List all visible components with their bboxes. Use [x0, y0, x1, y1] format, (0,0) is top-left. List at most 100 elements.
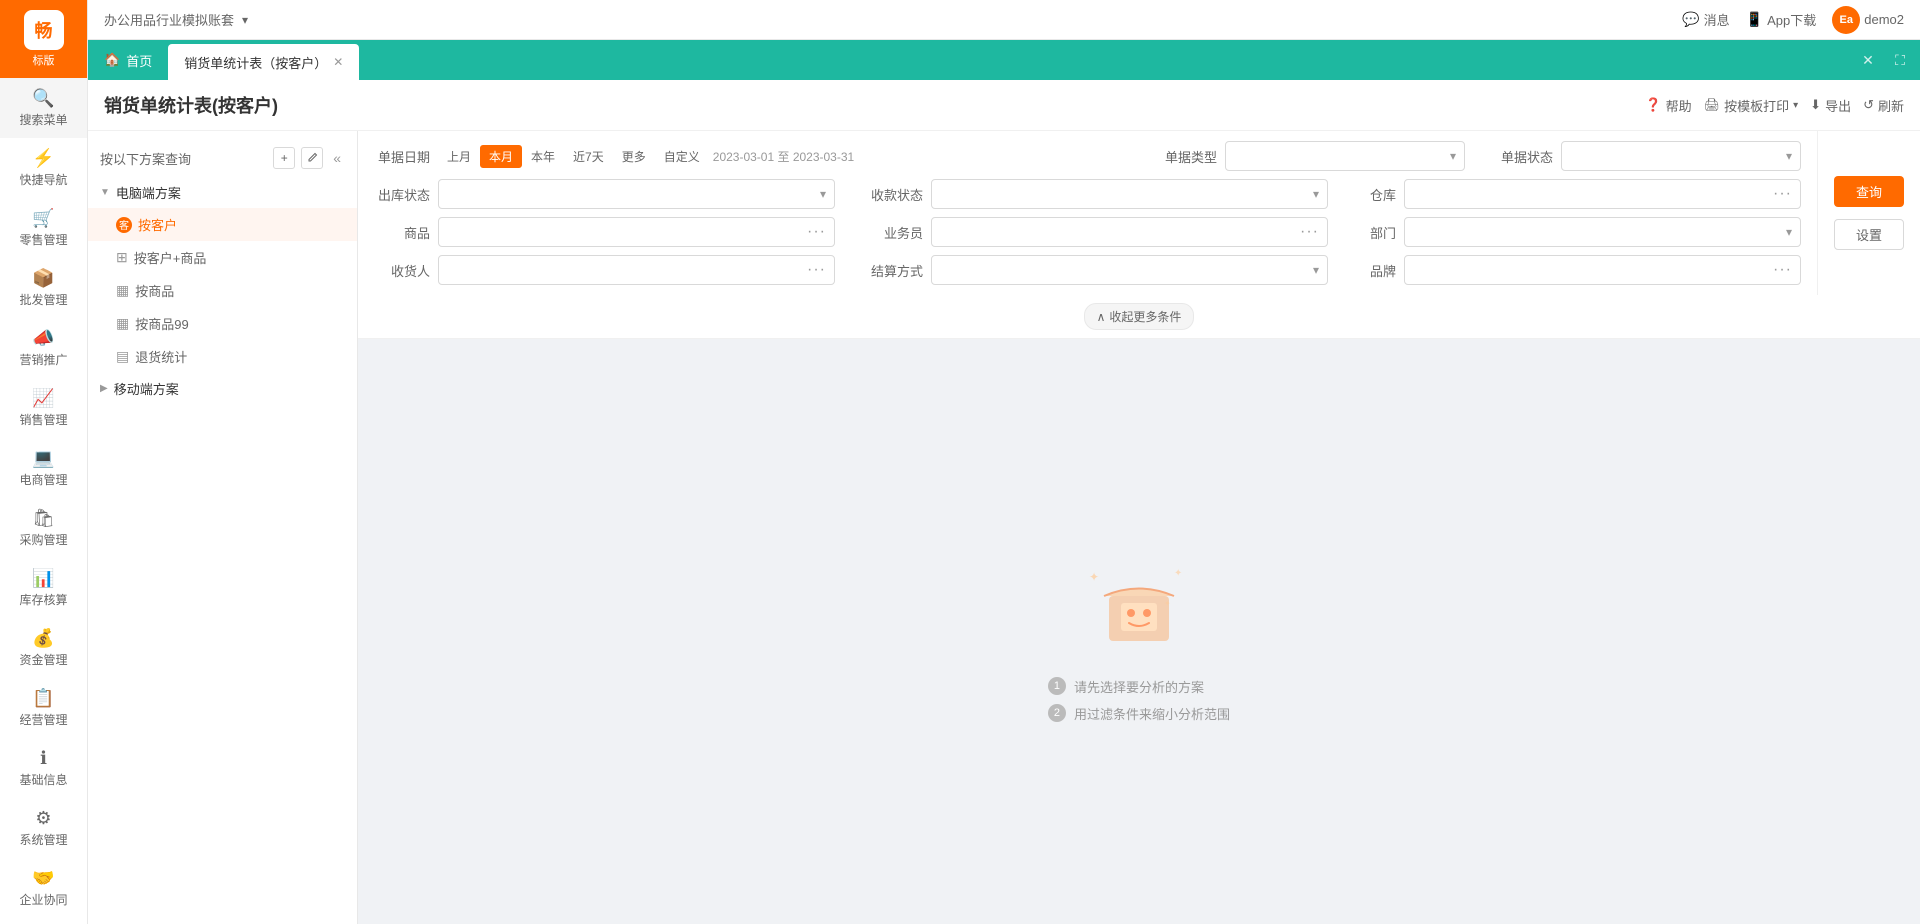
print-button[interactable]: 🖨 按模板打印 ▾: [1704, 96, 1799, 115]
svg-text:✦: ✦: [1164, 599, 1171, 608]
receiver-select[interactable]: ···: [438, 255, 835, 285]
goods-dots: ···: [807, 223, 826, 241]
date-filter: 上月 本月 本年 近7天 更多 自定义 2023-03-01 至 2023-03…: [438, 145, 1129, 168]
user-profile[interactable]: Ea demo2: [1832, 6, 1904, 34]
topbar-left: 办公用品行业模拟账套 ▾: [104, 10, 248, 29]
plan-group-desktop-header[interactable]: ▼ 电脑端方案: [88, 177, 357, 208]
sidebar-item-sales[interactable]: 📈 销售管理: [0, 378, 87, 438]
date-btn-custom[interactable]: 自定义: [655, 145, 709, 168]
shortcut-icon: ⚡: [32, 148, 54, 169]
query-button[interactable]: 查询: [1834, 176, 1904, 207]
filter-row-2: 出库状态 ▾ 收款状态 ▾ 仓库: [358, 179, 1817, 217]
sidebar-item-purchase[interactable]: 🛍 采购管理: [0, 498, 87, 558]
export-button[interactable]: ⬇ 导出: [1810, 96, 1851, 115]
sidebar: 畅 标版 🔍 搜索菜单 ⚡ 快捷导航 🛒 零售管理 📦 批发管理 📣 营销推广 …: [0, 0, 88, 924]
tab-sales-stat[interactable]: 销货单统计表（按客户） ✕: [168, 44, 359, 80]
settle-select[interactable]: ▾: [931, 255, 1328, 285]
page-header: 销货单统计表(按客户) ❓ 帮助 🖨 按模板打印 ▾ ⬇ 导出 ↺ 刷新: [88, 80, 1920, 131]
empty-illustration: ✦ ✦ ✦: [1079, 541, 1199, 661]
empty-hint-2: 2 用过滤条件来缩小分析范围: [1048, 704, 1230, 723]
settle-dropdown-icon: ▾: [1313, 263, 1319, 277]
plan-item-bar-icon: ▤: [116, 348, 129, 365]
salesman-select[interactable]: ···: [931, 217, 1328, 247]
filter-row-3: 商品 ··· 业务员 ··· 部门: [358, 217, 1817, 255]
plan-add-button[interactable]: +: [273, 147, 295, 169]
app-download-icon: 📱: [1746, 11, 1763, 28]
doc-type-select[interactable]: ▾: [1225, 141, 1465, 171]
filter-row-1: 单据日期 上月 本月 本年 近7天 更多 自定义 2023-03-01 至 20…: [358, 131, 1817, 179]
date-btn-7days[interactable]: 近7天: [564, 145, 613, 168]
doc-status-select[interactable]: ▾: [1561, 141, 1801, 171]
plan-group-mobile-arrow-icon: ▶: [100, 383, 108, 394]
date-btn-last-month[interactable]: 上月: [438, 145, 480, 168]
doc-type-dropdown-icon: ▾: [1450, 149, 1456, 163]
plan-collapse-button[interactable]: «: [329, 148, 345, 168]
plan-item-return-stat[interactable]: ▤ 退货统计: [88, 340, 357, 373]
date-btn-more[interactable]: 更多: [613, 145, 655, 168]
tab-close-icon[interactable]: ✕: [333, 55, 343, 69]
sidebar-logo[interactable]: 畅 标版: [0, 0, 87, 78]
app-download-button[interactable]: 📱 App下载: [1746, 10, 1817, 29]
sidebar-item-system[interactable]: ⚙ 系统管理: [0, 798, 87, 858]
sidebar-item-ecommerce[interactable]: 💻 电商管理: [0, 438, 87, 498]
sidebar-item-newbie[interactable]: 🎯 新手引导: [0, 918, 87, 924]
collapse-bar: ∧ 收起更多条件: [358, 295, 1920, 339]
collect-status-select[interactable]: ▾: [931, 179, 1328, 209]
tab-close-all-button[interactable]: ✕: [1856, 48, 1880, 72]
date-range: 2023-03-01 至 2023-03-31: [713, 148, 854, 165]
plan-item-by-customer-goods[interactable]: ⊞ 按客户+商品: [88, 241, 357, 274]
sidebar-item-label: 采购管理: [19, 531, 67, 548]
sidebar-item-shortcut[interactable]: ⚡ 快捷导航: [0, 138, 87, 198]
sidebar-item-finance[interactable]: 💰 资金管理: [0, 618, 87, 678]
plan-item-by-customer[interactable]: 客 按客户: [88, 208, 357, 241]
sidebar-item-search[interactable]: 🔍 搜索菜单: [0, 78, 87, 138]
sales-icon: 📈: [32, 388, 54, 409]
sidebar-item-label: 营销推广: [19, 351, 67, 368]
sidebar-item-inventory[interactable]: 📊 库存核算: [0, 558, 87, 618]
settings-button[interactable]: 设置: [1834, 219, 1904, 250]
tab-home[interactable]: 🏠 首页: [88, 40, 168, 80]
plan-group-mobile-header[interactable]: ▶ 移动端方案: [88, 373, 357, 404]
collapse-more-button[interactable]: ∧ 收起更多条件: [1084, 303, 1195, 330]
plan-edit-button[interactable]: [301, 147, 323, 169]
workspace-dropdown-icon[interactable]: ▾: [242, 13, 248, 27]
refresh-button[interactable]: ↺ 刷新: [1863, 96, 1904, 115]
topbar: 办公用品行业模拟账套 ▾ 💬 消息 📱 App下载 Ea demo2: [88, 0, 1920, 40]
sidebar-item-operations[interactable]: 📋 经营管理: [0, 678, 87, 738]
page-actions: ❓ 帮助 🖨 按模板打印 ▾ ⬇ 导出 ↺ 刷新: [1645, 96, 1904, 127]
salesman-label: 业务员: [867, 223, 923, 242]
help-button[interactable]: ❓ 帮助: [1645, 96, 1691, 115]
date-btn-this-year[interactable]: 本年: [522, 145, 564, 168]
plan-item-by-goods[interactable]: ▦ 按商品: [88, 274, 357, 307]
plan-item-by-goods-99[interactable]: ▦ 按商品99: [88, 307, 357, 340]
enterprise-icon: 🤝: [32, 868, 54, 889]
date-btn-this-month[interactable]: 本月: [480, 145, 522, 168]
message-icon: 💬: [1682, 11, 1699, 28]
filter-columns: 单据日期 上月 本月 本年 近7天 更多 自定义 2023-03-01 至 20…: [358, 131, 1817, 295]
plan-panel-title: 按以下方案查询: [100, 149, 191, 168]
goods-select[interactable]: ···: [438, 217, 835, 247]
sidebar-item-basic[interactable]: ℹ 基础信息: [0, 738, 87, 798]
dept-label: 部门: [1360, 223, 1396, 242]
filter-body: 单据日期 上月 本月 本年 近7天 更多 自定义 2023-03-01 至 20…: [358, 131, 1920, 295]
help-label: 帮助: [1666, 96, 1692, 115]
message-button[interactable]: 💬 消息: [1682, 10, 1729, 29]
sidebar-item-retail[interactable]: 🛒 零售管理: [0, 198, 87, 258]
logo-icon: 畅: [24, 10, 64, 50]
sidebar-item-enterprise[interactable]: 🤝 企业协同: [0, 858, 87, 918]
out-status-select[interactable]: ▾: [438, 179, 835, 209]
receiver-label: 收货人: [374, 261, 430, 280]
sidebar-item-marketing[interactable]: 📣 营销推广: [0, 318, 87, 378]
collapse-label: 收起更多条件: [1109, 308, 1181, 325]
sidebar-item-wholesale[interactable]: 📦 批发管理: [0, 258, 87, 318]
tab-maximize-button[interactable]: ⛶: [1888, 48, 1912, 72]
sidebar-item-label: 零售管理: [19, 231, 67, 248]
date-label: 单据日期: [374, 147, 430, 166]
sidebar-item-label: 销售管理: [19, 411, 67, 428]
warehouse-select[interactable]: ···: [1404, 179, 1801, 209]
plan-item-table2-icon: ▦: [116, 315, 129, 332]
dept-select[interactable]: ▾: [1404, 217, 1801, 247]
settle-label: 结算方式: [867, 261, 923, 280]
tab-sales-stat-label: 销货单统计表（按客户）: [184, 53, 327, 72]
brand-select[interactable]: ···: [1404, 255, 1801, 285]
